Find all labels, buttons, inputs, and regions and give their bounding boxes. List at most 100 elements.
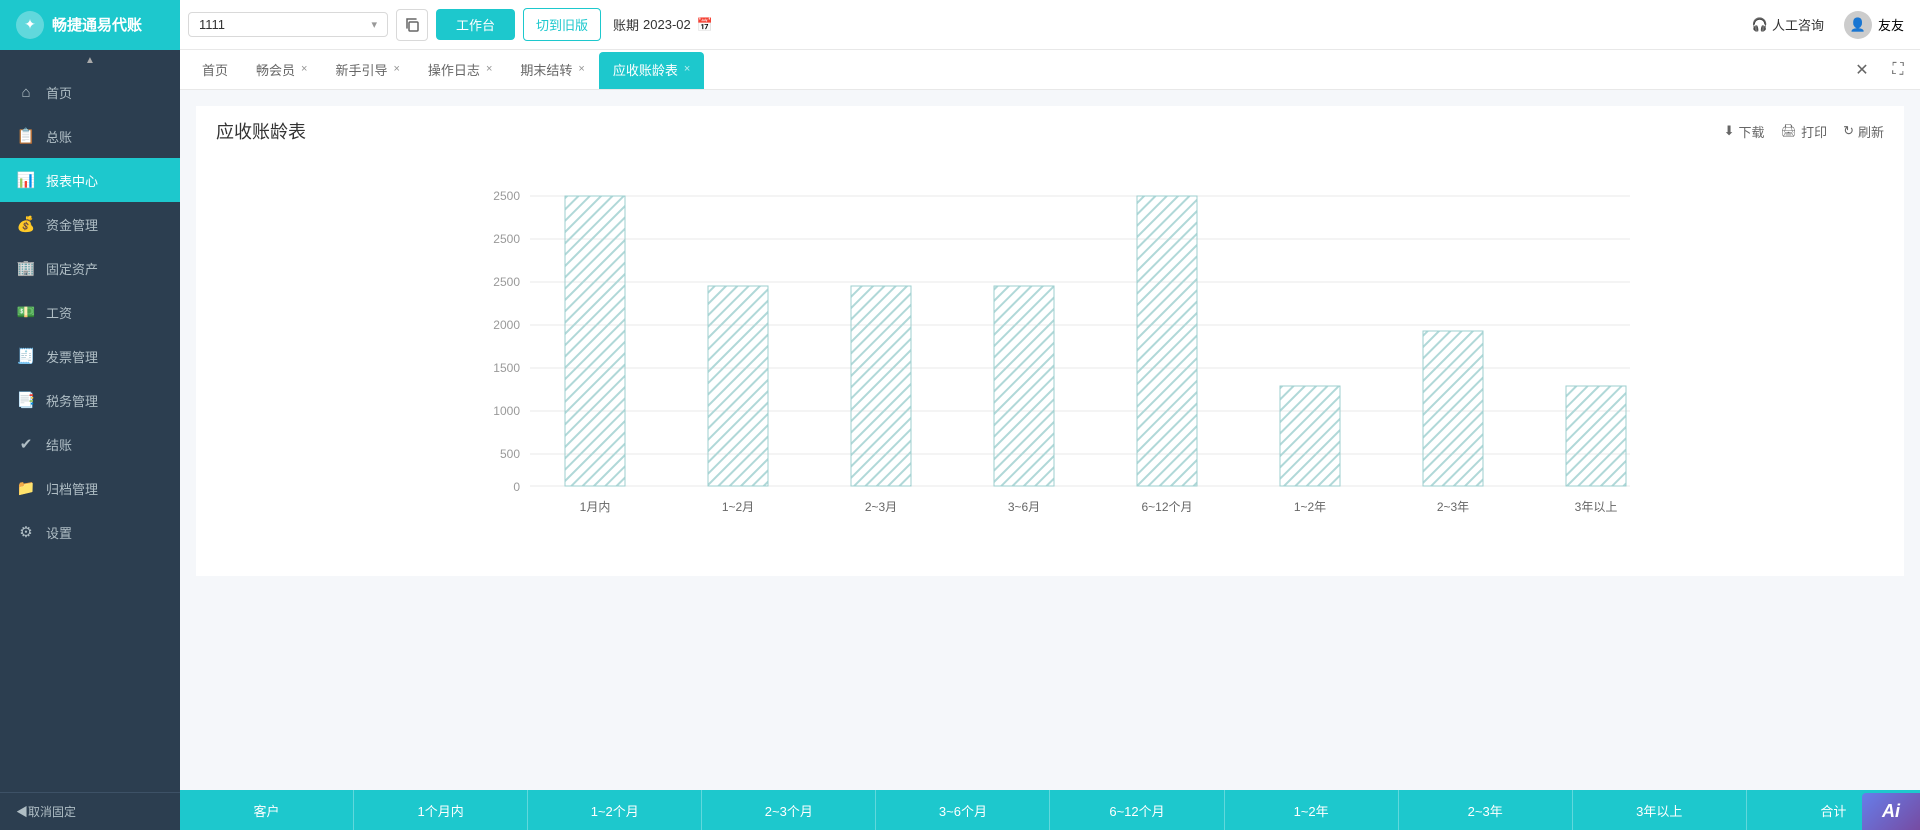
sidebar-item-funds[interactable]: 💰 资金管理 — [0, 202, 180, 246]
sidebar-item-reports[interactable]: 📊 报表中心 — [0, 158, 180, 202]
refresh-label: 刷新 — [1858, 122, 1884, 141]
sidebar-label-invoice: 发票管理 — [46, 347, 98, 366]
sidebar-item-tax[interactable]: 📑 税务管理 — [0, 378, 180, 422]
tab-close-guide[interactable]: × — [393, 63, 399, 75]
refresh-button[interactable]: ↻ 刷新 — [1843, 122, 1884, 141]
tab-guide[interactable]: 新手引导 × — [321, 52, 413, 89]
sidebar-label-assets: 固定资产 — [46, 259, 98, 278]
svg-text:2500: 2500 — [493, 232, 520, 246]
tab-close-aging[interactable]: × — [684, 63, 690, 75]
page-content: 应收账龄表 ⬇ 下载 🖨 打印 ↻ 刷新 — [180, 90, 1920, 790]
company-selector[interactable]: 1111 ▾ — [188, 12, 388, 37]
tab-close-oplog[interactable]: × — [486, 63, 492, 75]
tab-label-guide: 新手引导 — [335, 60, 387, 79]
ai-badge: Ai — [1862, 793, 1920, 830]
table-header-1: 1个月内 — [354, 790, 528, 830]
sidebar-label-ledger: 总账 — [46, 127, 72, 146]
funds-icon: 💰 — [16, 214, 36, 234]
sidebar-label-home: 首页 — [46, 83, 72, 102]
sidebar-item-invoice[interactable]: 🧾 发票管理 — [0, 334, 180, 378]
print-icon: 🖨 — [1781, 123, 1798, 139]
avatar: 👤 — [1844, 11, 1872, 39]
bar-7 — [1423, 331, 1483, 486]
sidebar-scroll-up[interactable]: ▲ — [0, 50, 180, 70]
assets-icon: 🏢 — [16, 258, 36, 278]
tab-label-oplog: 操作日志 — [428, 60, 480, 79]
salary-icon: 💵 — [16, 302, 36, 322]
table-header-bar: 客户1个月内1~2个月2~3个月3~6个月6~12个月1~2年2~3年3年以上合… — [180, 790, 1920, 830]
workbench-button[interactable]: 工作台 — [436, 9, 515, 40]
chart-container: 2500 2500 2500 2000 1500 1000 500 0 — [196, 156, 1904, 576]
tab-home[interactable]: 首页 — [188, 52, 242, 89]
settle-icon: ✔ — [16, 434, 36, 454]
copy-icon — [404, 17, 420, 33]
sidebar-label-archive: 归档管理 — [46, 479, 98, 498]
tab-member[interactable]: 畅会员× — [242, 52, 321, 89]
app-header: ✦ 畅捷通易代账 1111 ▾ 工作台 切到旧版 账期 2023-02 📅 🎧 … — [0, 0, 1920, 50]
tab-label-aging: 应收账龄表 — [613, 60, 678, 79]
headset-icon: 🎧 — [1752, 17, 1768, 33]
sidebar-label-tax: 税务管理 — [46, 391, 98, 410]
sidebar: ▲ ⌂ 首页 📋 总账 📊 报表中心 💰 资金管理 🏢 固定资产 💵 工资 🧾 … — [0, 50, 180, 830]
tab-close-period-end[interactable]: × — [578, 63, 584, 75]
sidebar-item-ledger[interactable]: 📋 总账 — [0, 114, 180, 158]
svg-text:2500: 2500 — [493, 189, 520, 203]
close-tab-button[interactable]: ✕ — [1848, 56, 1876, 84]
bar-1 — [565, 196, 625, 486]
settings-icon: ⚙ — [16, 522, 36, 542]
bar-2 — [708, 286, 768, 486]
svg-text:2~3月: 2~3月 — [865, 500, 897, 514]
invoice-icon: 🧾 — [16, 346, 36, 366]
header-right: 🎧 人工咨询 👤 友友 — [1752, 11, 1904, 39]
sidebar-label-reports: 报表中心 — [46, 171, 98, 190]
bar-6 — [1280, 386, 1340, 486]
expand-tab-button[interactable]: ⛶ — [1884, 56, 1912, 84]
tab-period-end[interactable]: 期末结转 × — [506, 52, 598, 89]
bar-3 — [851, 286, 911, 486]
content-area: 首页畅会员× 新手引导 × 操作日志 × 期末结转 × 应收账龄表 × ✕ ⛶ 应收账龄表 ⬇ … — [180, 50, 1920, 830]
tabs-bar: 首页畅会员× 新手引导 × 操作日志 × 期末结转 × 应收账龄表 × ✕ ⛶ — [180, 50, 1920, 90]
bar-5 — [1137, 196, 1197, 486]
company-name: 1111 — [199, 17, 365, 32]
table-header-3: 2~3个月 — [702, 790, 876, 830]
archive-icon: 📁 — [16, 478, 36, 498]
sidebar-item-settings[interactable]: ⚙ 设置 — [0, 510, 180, 554]
sidebar-item-settle[interactable]: ✔ 结账 — [0, 422, 180, 466]
sidebar-item-salary[interactable]: 💵 工资 — [0, 290, 180, 334]
copy-button[interactable] — [396, 9, 428, 41]
period-value: 2023-02 — [643, 17, 691, 32]
sidebar-item-assets[interactable]: 🏢 固定资产 — [0, 246, 180, 290]
tab-label-period-end: 期末结转 — [520, 60, 572, 79]
table-header-8: 3年以上 — [1573, 790, 1747, 830]
sidebar-item-home[interactable]: ⌂ 首页 — [0, 70, 180, 114]
svg-text:1000: 1000 — [493, 404, 520, 418]
tab-close-member[interactable]: × — [301, 63, 307, 75]
logo-text: 畅捷通易代账 — [52, 14, 142, 35]
table-header-4: 3~6个月 — [876, 790, 1050, 830]
sidebar-item-archive[interactable]: 📁 归档管理 — [0, 466, 180, 510]
logo-icon: ✦ — [16, 11, 44, 39]
bar-chart: 2500 2500 2500 2000 1500 1000 500 0 — [216, 176, 1884, 536]
tabs-actions: ✕ ⛶ — [1848, 56, 1912, 84]
logo-area: ✦ 畅捷通易代账 — [0, 0, 180, 50]
tab-oplog[interactable]: 操作日志 × — [414, 52, 506, 89]
table-header-5: 6~12个月 — [1050, 790, 1224, 830]
svg-text:1~2年: 1~2年 — [1294, 500, 1326, 514]
home-icon: ⌂ — [16, 82, 36, 102]
download-button[interactable]: ⬇ 下载 — [1724, 122, 1765, 141]
user-area[interactable]: 👤 友友 — [1844, 11, 1904, 39]
tab-aging[interactable]: 应收账龄表 × — [599, 52, 704, 89]
consult-label: 人工咨询 — [1772, 15, 1824, 34]
bar-4 — [994, 286, 1054, 486]
consult-button[interactable]: 🎧 人工咨询 — [1752, 15, 1824, 34]
svg-text:0: 0 — [513, 480, 520, 494]
sidebar-label-settle: 结账 — [46, 435, 72, 454]
cancel-fixed-button[interactable]: ◀取消固定 — [0, 792, 180, 830]
svg-text:2~3年: 2~3年 — [1437, 500, 1469, 514]
svg-text:500: 500 — [500, 447, 520, 461]
svg-text:2500: 2500 — [493, 275, 520, 289]
page-actions: ⬇ 下载 🖨 打印 ↻ 刷新 — [1724, 122, 1884, 141]
print-button[interactable]: 🖨 打印 — [1781, 122, 1828, 141]
switch-version-button[interactable]: 切到旧版 — [523, 8, 601, 41]
calendar-icon[interactable]: 📅 — [697, 17, 713, 33]
